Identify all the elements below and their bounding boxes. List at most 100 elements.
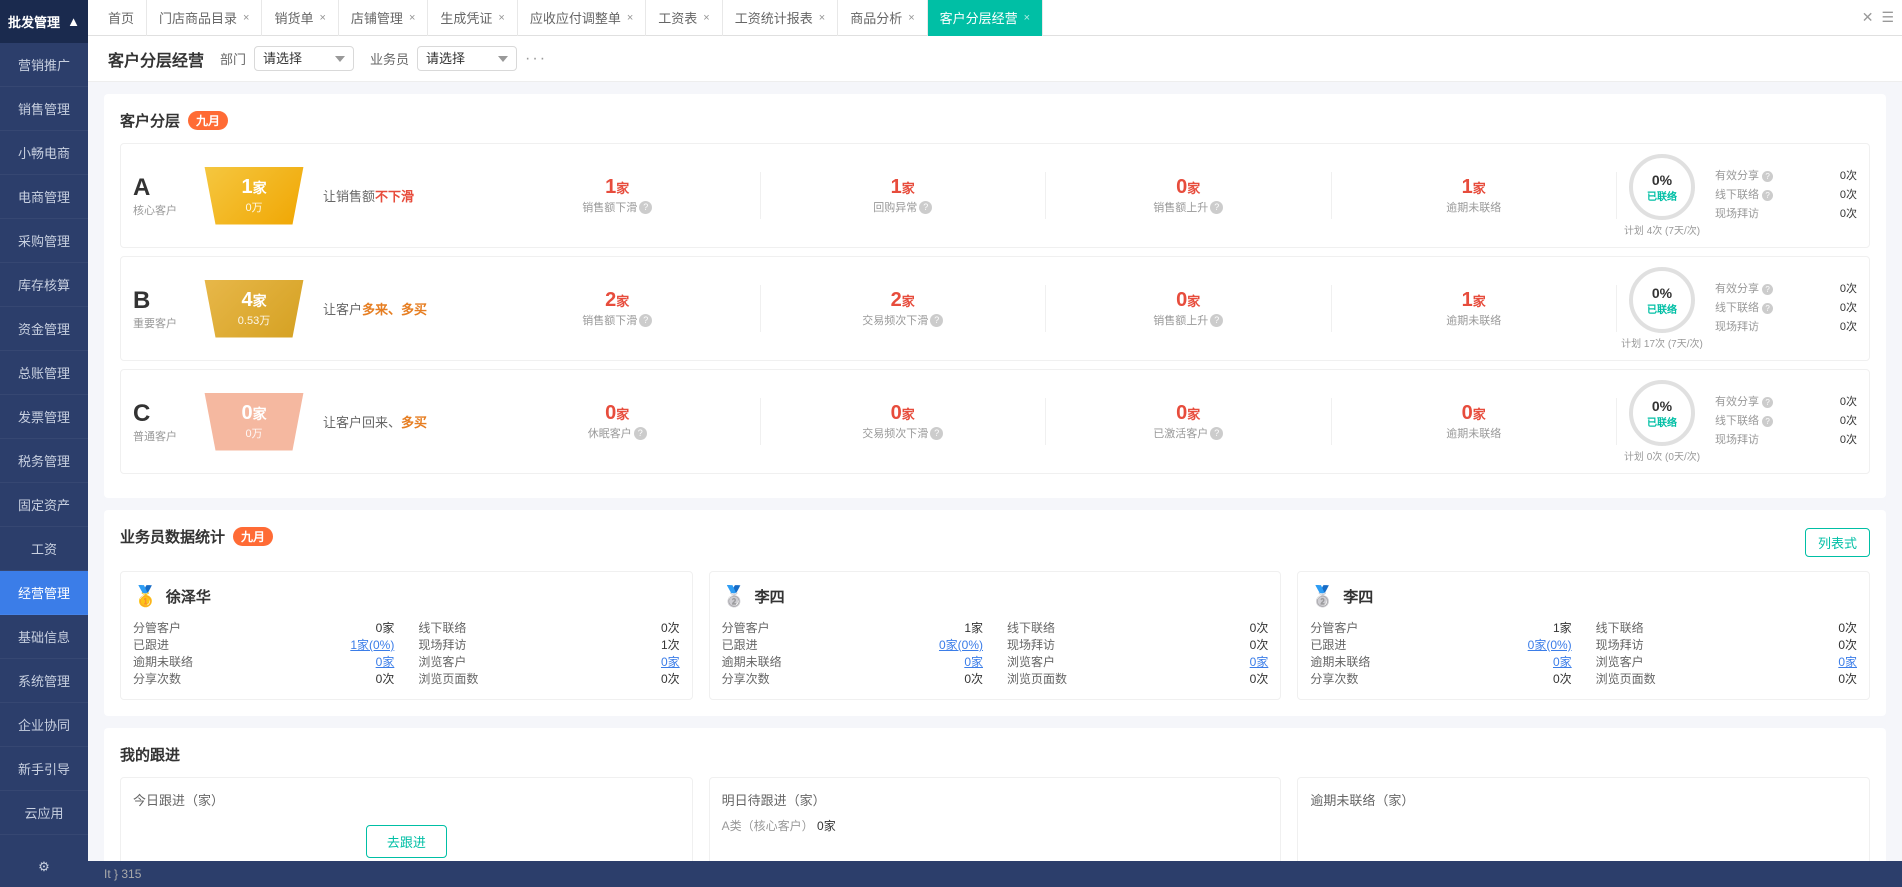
agent-medal-0: 🥇 [133,584,158,609]
tab-门店商品目录[interactable]: 门店商品目录× [147,0,262,36]
agent-stat-label: 分享次数 [133,670,181,687]
tab-close-icon[interactable]: × [498,12,504,24]
goto-followup-button[interactable]: 去跟进 [366,825,447,858]
info-icon[interactable]: ? [1210,201,1223,214]
sidebar-item-云应用[interactable]: 云应用 [0,791,88,835]
sidebar-item-电商管理[interactable]: 电商管理 [0,175,88,219]
tab-销货单[interactable]: 销货单× [262,0,338,36]
tier-amount: 0.53万 [238,312,270,328]
sidebar-item-采购管理[interactable]: 采购管理 [0,219,88,263]
info-icon[interactable]: ? [930,427,943,440]
info-icon[interactable]: ? [634,427,647,440]
sidebar-item-经营管理[interactable]: 经营管理 [0,571,88,615]
tier-label-A: A核心客户 [133,174,193,218]
side-info-icon[interactable]: ? [1762,397,1773,408]
tab-close-icon[interactable]: × [703,12,709,24]
dept-filter: 部门 请选择 [220,46,354,71]
info-icon[interactable]: ? [1210,314,1223,327]
tab-工资统计报表[interactable]: 工资统计报表× [723,0,838,36]
circle-sub: 计划 4次 (7天/次) [1621,222,1703,237]
tab-close-icon[interactable]: × [319,12,325,24]
agent-stat-val[interactable]: 0家(0%) [939,636,983,653]
agent-stat-val[interactable]: 0家 [1553,653,1572,670]
tab-close-icon[interactable]: × [243,12,249,24]
tab-menu-icon[interactable]: ☰ [1881,9,1894,26]
dept-label: 部门 [220,49,246,68]
sidebar-header[interactable]: 批发管理 ▲ [0,0,88,43]
info-icon[interactable]: ? [639,314,652,327]
agent-stat-right-0-3: 浏览页面数 0次 [418,670,679,687]
info-icon[interactable]: ? [930,314,943,327]
sidebar-item-税务管理[interactable]: 税务管理 [0,439,88,483]
info-icon[interactable]: ? [639,201,652,214]
side-info-icon[interactable]: ? [1762,416,1773,427]
agent-stat-val[interactable]: 0家 [661,653,680,670]
stat-num: 0家 [1050,402,1327,425]
list-view-button[interactable]: 列表式 [1805,528,1870,557]
tab-close-icon[interactable]: × [409,12,415,24]
tab-close-icon[interactable]: × [1024,12,1030,24]
tab-close-icon[interactable]: × [627,12,633,24]
side-info-icon[interactable]: ? [1762,171,1773,182]
tab-店铺管理[interactable]: 店铺管理× [339,0,428,36]
side-info-icon[interactable]: ? [1762,284,1773,295]
sidebar-item-库存核算[interactable]: 库存核算 [0,263,88,307]
sidebar-item-发票管理[interactable]: 发票管理 [0,395,88,439]
sidebar-item-工资[interactable]: 工资 [0,527,88,571]
sidebar-item-企业协同[interactable]: 企业协同 [0,703,88,747]
tab-close-icon[interactable]: × [819,12,825,24]
agent-name-0: 徐泽华 [166,586,211,607]
tier-sublabel: 普通客户 [133,428,193,444]
agent-stat-val: 0次 [1250,670,1269,687]
side-info-icon[interactable]: ? [1762,190,1773,201]
agent-stat-val[interactable]: 0家 [376,653,395,670]
tab-close-icon[interactable]: × [908,12,914,24]
sidebar-item-总账管理[interactable]: 总账管理 [0,351,88,395]
agent-stat-val[interactable]: 0家 [964,653,983,670]
agent-stat-label: 浏览页面数 [1596,670,1656,687]
tab-客户分层经营[interactable]: 客户分层经营× [928,0,1043,36]
agent-select[interactable]: 请选择 [417,46,517,71]
agent-stat-label: 现场拜访 [418,636,466,653]
agent-stat-right-0-1: 现场拜访 1次 [418,636,679,653]
agent-left-col-0: 分管客户 0家 已跟进 1家(0%) 逾期未联络 0家 分享次数 0次 [133,619,394,687]
tab-生成凭证[interactable]: 生成凭证× [428,0,517,36]
sidebar-item-资金管理[interactable]: 资金管理 [0,307,88,351]
stat-label: 销售额上升 ? [1050,199,1327,215]
agent-stat-val[interactable]: 1家(0%) [350,636,394,653]
tier-stat-item-1-1: 2家 交易频次下滑 ? [761,285,1047,332]
more-options-btn[interactable]: ··· [525,50,547,68]
sidebar-item-系统管理[interactable]: 系统管理 [0,659,88,703]
agent-stat-right-0-2: 浏览客户 0家 [418,653,679,670]
agent-stat-left-0-3: 分享次数 0次 [133,670,394,687]
settings-item[interactable]: ⚙ [0,847,88,887]
tab-close-icon[interactable]: ✕ [1862,9,1874,26]
sidebar-item-基础信息[interactable]: 基础信息 [0,615,88,659]
agent-card-1: 🥈李四 分管客户 1家 已跟进 0家(0%) 逾期未联络 0家 分享次数 0次 … [709,571,1282,700]
sidebar-item-销售管理[interactable]: 销售管理 [0,87,88,131]
tier-shape-A: 1家 0万 [199,167,309,225]
agent-stat-left-2-3: 分享次数 0次 [1310,670,1571,687]
tab-商品分析[interactable]: 商品分析× [838,0,927,36]
sidebar-item-新手引导[interactable]: 新手引导 [0,747,88,791]
stat-num: 0家 [479,402,756,425]
tier-suggestion-A: 让销售额不下滑 [315,186,475,205]
sidebar-item-营销推广[interactable]: 营销推广 [0,43,88,87]
info-icon[interactable]: ? [919,201,932,214]
tier-stat-item-1-3: 1家 逾期未联络 [1332,285,1618,332]
tab-actions: ✕ ☰ [1862,9,1894,26]
agent-stat-val[interactable]: 0家 [1250,653,1269,670]
tab-首页[interactable]: 首页 [96,0,147,36]
tab-工资表[interactable]: 工资表× [646,0,722,36]
dept-select[interactable]: 请选择 [254,46,354,71]
agent-stat-right-2-1: 现场拜访 0次 [1596,636,1857,653]
sidebar-item-固定资产[interactable]: 固定资产 [0,483,88,527]
side-info-icon[interactable]: ? [1762,303,1773,314]
info-icon[interactable]: ? [1210,427,1223,440]
sidebar-collapse-icon[interactable]: ▲ [67,14,80,29]
tab-应收应付调整单[interactable]: 应收应付调整单× [518,0,646,36]
agent-stat-val[interactable]: 0家(0%) [1528,636,1572,653]
agent-stat-val[interactable]: 0家 [1838,653,1857,670]
tier-suggestion-highlight: 多来、多买 [362,302,427,317]
sidebar-item-小畅电商[interactable]: 小畅电商 [0,131,88,175]
